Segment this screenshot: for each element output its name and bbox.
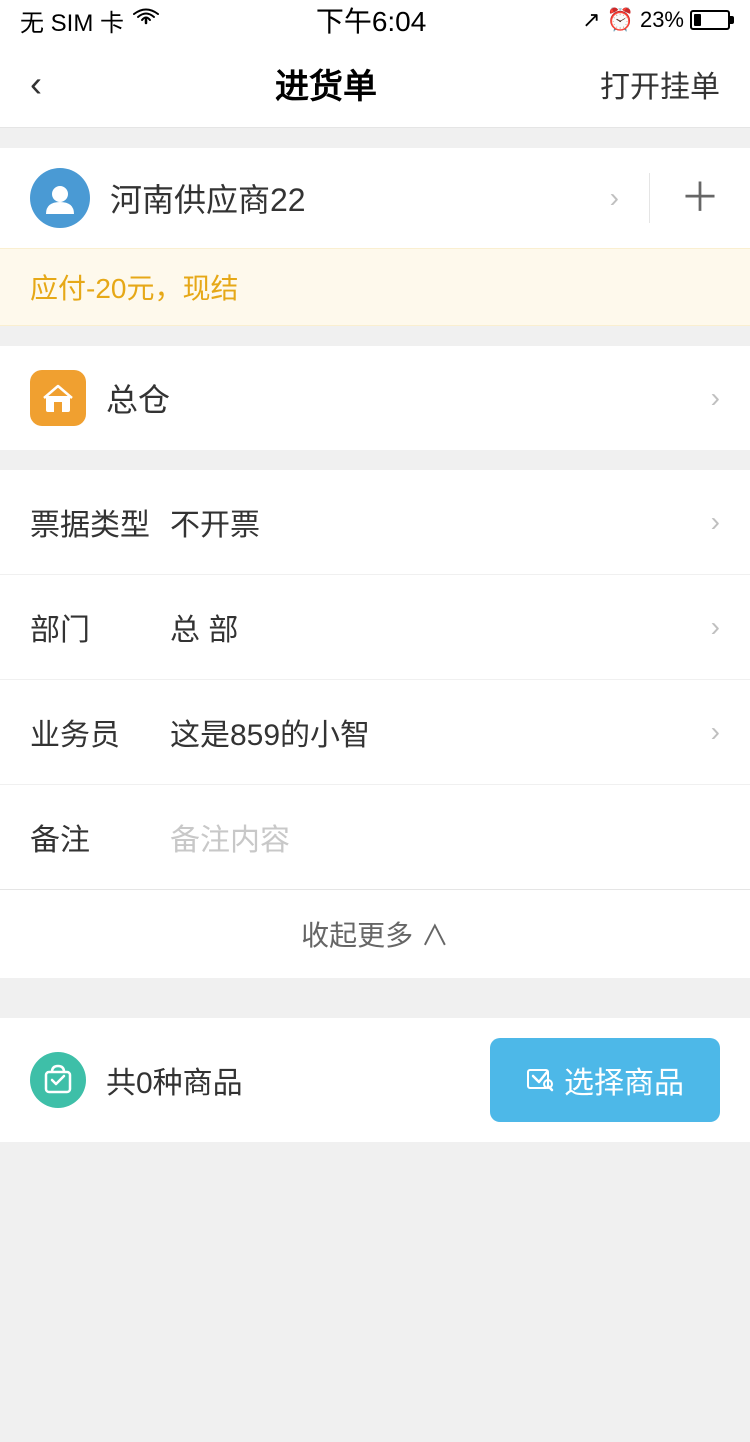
sales-chevron-icon: › [711,716,720,748]
page-title: 进货单 [275,59,377,108]
supplier-row[interactable]: 河南供应商22 › ＋ [0,148,750,248]
alarm-icon: ⏰ [607,7,634,33]
gap-2 [0,978,750,998]
battery-percent: 23% [640,7,684,33]
dept-value: 总 部 [160,605,711,649]
goods-icon [30,1052,86,1108]
status-time: 下午6:04 [316,0,427,40]
supplier-chevron-icon: › [610,182,619,214]
back-button[interactable]: ‹ [30,53,52,115]
form-section: 票据类型 不开票 › 部门 总 部 › 业务员 这是859的小智 › 备注 备注… [0,470,750,889]
remark-row[interactable]: 备注 备注内容 [0,785,750,889]
location-icon: ↗ [582,7,600,33]
goods-count: 共0种商品 [106,1058,470,1102]
supplier-right: › ＋ [610,173,720,223]
warehouse-row[interactable]: 总仓 › [0,346,750,450]
supplier-divider [649,173,650,223]
sales-value: 这是859的小智 [160,710,711,754]
remark-input[interactable]: 备注内容 [160,815,720,859]
warehouse-chevron-icon: › [711,382,720,414]
select-goods-label: 选择商品 [564,1058,684,1102]
sales-row[interactable]: 业务员 这是859的小智 › [0,680,750,785]
dept-label: 部门 [30,605,160,649]
dept-row[interactable]: 部门 总 部 › [0,575,750,680]
supplier-notice: 应付-20元，现结 [0,248,750,326]
collapse-label: 收起更多 ∧ [301,914,449,954]
warehouse-section: 总仓 › [0,346,750,450]
supplier-section: 河南供应商22 › ＋ 应付-20元，现结 [0,148,750,326]
warehouse-icon [30,370,86,426]
battery-icon [690,10,730,30]
status-right: ↗ ⏰ 23% [582,7,730,33]
sales-label: 业务员 [30,710,160,754]
invoice-chevron-icon: › [711,506,720,538]
sim-label: 无 SIM 卡 [20,3,124,38]
footer-bar: 共0种商品 选择商品 [0,1018,750,1142]
header: ‹ 进货单 打开挂单 [0,40,750,128]
add-supplier-button[interactable]: ＋ [680,178,720,218]
open-pending-button[interactable]: 打开挂单 [600,62,720,106]
invoice-row[interactable]: 票据类型 不开票 › [0,470,750,575]
remark-label: 备注 [30,815,160,859]
status-bar: 无 SIM 卡 下午6:04 ↗ ⏰ 23% [0,0,750,40]
select-goods-button[interactable]: 选择商品 [490,1038,720,1122]
warehouse-name: 总仓 [106,375,711,421]
main-background [0,1142,750,1442]
supplier-name: 河南供应商22 [110,175,610,221]
gap-1 [0,128,750,148]
invoice-value: 不开票 [160,500,711,544]
collapse-button[interactable]: 收起更多 ∧ [0,889,750,978]
dept-chevron-icon: › [711,611,720,643]
invoice-label: 票据类型 [30,500,160,544]
wifi-icon [132,6,160,34]
status-left: 无 SIM 卡 [20,3,160,38]
supplier-avatar [30,168,90,228]
